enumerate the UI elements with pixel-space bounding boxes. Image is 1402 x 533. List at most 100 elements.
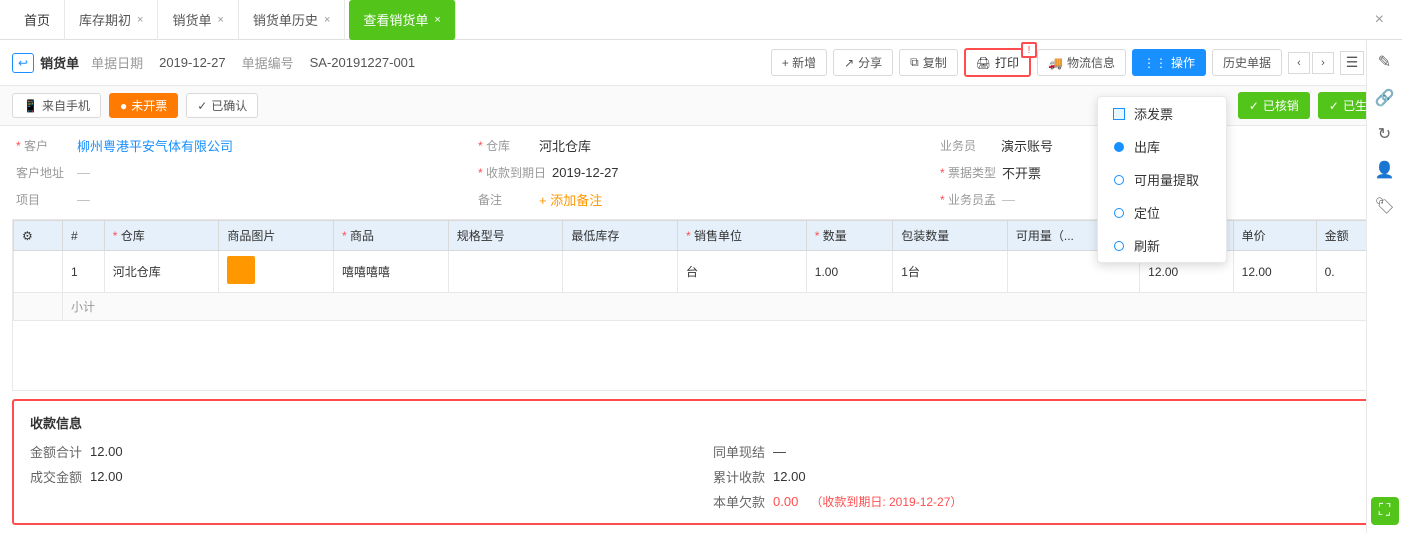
tab-home-label: 首页: [24, 10, 50, 29]
row-price: 12.00: [1233, 251, 1316, 293]
row-warehouse: 河北仓库: [104, 251, 219, 293]
total-value: 12.00: [90, 444, 123, 459]
tab-inventory-open[interactable]: 库存期初 ×: [65, 0, 158, 40]
main-toolbar: + 新增 ↗ 分享 ⧉ 复制 🖨 打印 ! 🚚 物流信息: [771, 48, 1390, 77]
staff-value: 演示账号: [1001, 136, 1053, 155]
address-field: 客户地址 —: [16, 163, 462, 182]
add-note-button[interactable]: + 添加备注: [539, 190, 602, 209]
col-product: 商品: [334, 221, 449, 251]
note-label: 备注: [478, 191, 533, 208]
tab-sales-order[interactable]: 销货单 ×: [158, 0, 238, 40]
same-order-value: —: [773, 444, 786, 459]
confirm-button[interactable]: ✓ 已确认: [186, 93, 258, 118]
available-pickup-item[interactable]: 可用量提取: [1098, 163, 1226, 196]
link-sidebar-icon[interactable]: 🔗: [1371, 84, 1399, 112]
same-order-label: 同单现结: [713, 442, 765, 461]
refresh-item[interactable]: 刷新: [1098, 229, 1226, 262]
customer-label: 客户: [16, 137, 71, 154]
subtotal-row: 小计: [14, 293, 1389, 321]
deal-row: 成交金额 12.00: [30, 467, 689, 486]
expand-sidebar-icon[interactable]: ⛶: [1371, 497, 1399, 525]
from-phone-button[interactable]: 📱 来自手机: [12, 93, 101, 118]
locate-item[interactable]: 定位: [1098, 196, 1226, 229]
staff-label: 业务员: [940, 137, 995, 154]
row-packqty: 1台: [893, 251, 1008, 293]
tab-bar: 首页 库存期初 × 销货单 × 销货单历史 × 查看销货单 × ×: [0, 0, 1402, 40]
history-button[interactable]: 历史单据: [1212, 49, 1282, 76]
confirm-icon: ✓: [197, 99, 207, 113]
product-thumbnail: [227, 256, 255, 284]
tab-sales-label: 销货单: [172, 10, 211, 29]
due-date-label: 收款到期日: [478, 164, 546, 181]
cumulative-row: 累计收款 12.00: [713, 467, 1372, 486]
phone-icon: 📱: [23, 99, 38, 113]
copy-button[interactable]: ⧉ 复制: [899, 49, 958, 76]
logistics-button[interactable]: 🚚 物流信息: [1037, 49, 1126, 76]
tab-view-sales[interactable]: 查看销货单 ×: [349, 0, 455, 40]
customer-value[interactable]: 柳州粤港平安气体有限公司: [77, 136, 233, 155]
tab-inventory-close[interactable]: ×: [137, 14, 143, 26]
add-invoice-item[interactable]: 添发票: [1098, 97, 1226, 130]
outbound-item[interactable]: 出库: [1098, 130, 1226, 163]
ticket-icon: ●: [120, 99, 127, 113]
form-title: 销货单: [40, 53, 79, 72]
tab-home[interactable]: 首页: [10, 0, 65, 40]
row-unit: 台: [678, 251, 807, 293]
ops-button[interactable]: ⋮⋮ 操作: [1132, 49, 1206, 76]
check-icon2: ✓: [1329, 99, 1339, 113]
cumulative-value: 12.00: [773, 469, 806, 484]
form-meta: 单据日期 2019-12-27 单据编号 SA-20191227-001: [91, 53, 415, 72]
tag-sidebar-icon[interactable]: 🏷: [1371, 192, 1399, 220]
right-summary: 同单现结 — 累计收款 12.00 本单欠款 0.00 （收款到期日: 2019…: [713, 442, 1372, 511]
ops-dropdown: 添发票 出库 可用量提取 定位 刷新: [1097, 96, 1227, 263]
subtotal-cell: [14, 293, 63, 321]
next-arrow[interactable]: ›: [1312, 52, 1334, 74]
project-value: —: [77, 192, 90, 207]
staff2-value: —: [1002, 192, 1015, 207]
warehouse-field: 仓库 河北仓库: [478, 136, 924, 155]
list-view-btn[interactable]: ☰: [1340, 51, 1364, 75]
print-button[interactable]: 🖨 打印 !: [964, 48, 1031, 77]
ticket-value: 不开票: [1002, 163, 1041, 182]
address-value: —: [77, 165, 90, 180]
col-qty: 数量: [806, 221, 892, 251]
copy-icon: ⧉: [910, 55, 919, 70]
total-row: 金额合计 12.00: [30, 442, 689, 461]
locate-icon: [1112, 206, 1126, 220]
print-icon: 🖨: [976, 56, 991, 70]
summary-panel: 收款信息 金额合计 12.00 成交金额 12.00 同单现结 —: [12, 399, 1390, 525]
share-button[interactable]: ↗ 分享: [833, 49, 893, 76]
tab-sales-history[interactable]: 销货单历史 ×: [239, 0, 345, 40]
col-price: 单价: [1233, 221, 1316, 251]
window-close-button[interactable]: ×: [1367, 11, 1392, 29]
row-minstock: [563, 251, 678, 293]
outbound-icon: [1112, 140, 1126, 154]
user-sidebar-icon[interactable]: 👤: [1371, 156, 1399, 184]
summary-grid: 金额合计 12.00 成交金额 12.00 同单现结 — 累计收款: [30, 442, 1372, 511]
sold-button[interactable]: ✓ 已核销: [1238, 92, 1310, 119]
row-index: 1: [62, 251, 104, 293]
nav-arrows: ‹ ›: [1288, 52, 1334, 74]
row-model: [448, 251, 563, 293]
rotate-sidebar-icon[interactable]: ↻: [1371, 120, 1399, 148]
number-value: SA-20191227-001: [310, 55, 416, 70]
edit-sidebar-icon[interactable]: ✎: [1371, 48, 1399, 76]
refresh-icon: [1112, 239, 1126, 253]
tab-history-close[interactable]: ×: [324, 14, 330, 26]
due-date-value: 2019-12-27: [552, 165, 619, 180]
number-label: 单据编号: [242, 53, 294, 72]
tab-view-close[interactable]: ×: [434, 14, 440, 26]
tab-sales-close[interactable]: ×: [217, 14, 223, 26]
summary-title: 收款信息: [30, 413, 1372, 432]
col-settings[interactable]: ⚙: [14, 221, 63, 251]
not-open-button[interactable]: ● 未开票: [109, 93, 178, 118]
add-invoice-label: 添发票: [1134, 104, 1173, 123]
deal-value: 12.00: [90, 469, 123, 484]
right-sidebar: ✎ 🔗 ↻ 👤 🏷 ⛶: [1366, 40, 1402, 533]
prev-arrow[interactable]: ‹: [1288, 52, 1310, 74]
owed-value: 0.00: [773, 494, 798, 509]
print-badge: !: [1021, 42, 1037, 58]
date-value: 2019-12-27: [159, 55, 226, 70]
new-button[interactable]: + 新增: [771, 49, 827, 76]
row-product: 嘻嘻嘻嘻: [334, 251, 449, 293]
